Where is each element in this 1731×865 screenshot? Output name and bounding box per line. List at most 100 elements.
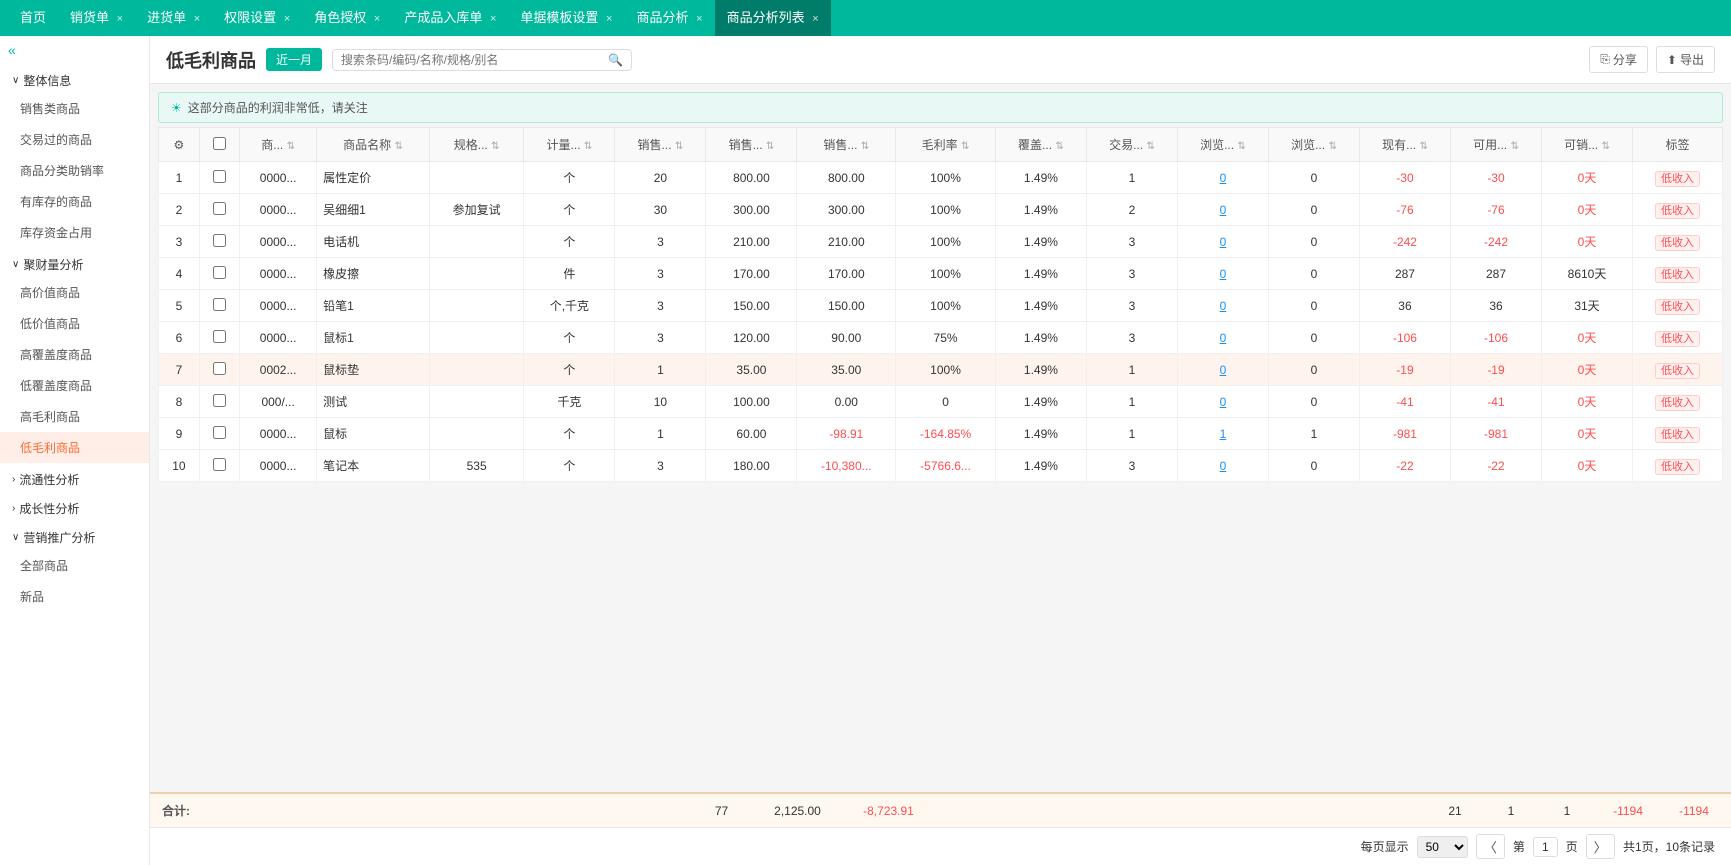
row-checkbox[interactable] bbox=[213, 458, 226, 471]
total-available: -1194 bbox=[1669, 804, 1719, 818]
col-current[interactable]: 现有... ⇅ bbox=[1359, 128, 1450, 162]
col-sales1[interactable]: 销售... ⇅ bbox=[615, 128, 706, 162]
cell-available: -981 bbox=[1450, 418, 1541, 450]
col-sales3[interactable]: 销售... ⇅ bbox=[797, 128, 896, 162]
sidebar-item-traded-goods[interactable]: 交易过的商品 bbox=[0, 124, 149, 155]
nav-product-storage[interactable]: 产成品入库单 × bbox=[392, 0, 508, 36]
cell-gross-rate: 0 bbox=[896, 386, 996, 418]
nav-sales-order[interactable]: 销货单 × bbox=[58, 0, 135, 36]
close-icon[interactable]: × bbox=[490, 13, 496, 25]
row-checkbox[interactable] bbox=[213, 426, 226, 439]
row-checkbox[interactable] bbox=[213, 362, 226, 375]
cell-tag: 低收入 bbox=[1633, 194, 1723, 226]
cell-no: 8 bbox=[159, 386, 200, 418]
cell-check[interactable] bbox=[199, 226, 239, 258]
close-icon[interactable]: × bbox=[374, 13, 380, 25]
cell-code: 0000... bbox=[240, 258, 317, 290]
col-unit[interactable]: 计量... ⇅ bbox=[524, 128, 615, 162]
col-coverage[interactable]: 覆盖... ⇅ bbox=[995, 128, 1086, 162]
sidebar-item-category-rate[interactable]: 商品分类助销率 bbox=[0, 155, 149, 186]
col-check[interactable] bbox=[199, 128, 239, 162]
search-input[interactable] bbox=[341, 53, 608, 67]
close-icon[interactable]: × bbox=[606, 13, 612, 25]
sidebar-item-new-goods[interactable]: 新品 bbox=[0, 581, 149, 612]
collapse-sidebar-button[interactable]: « bbox=[4, 40, 20, 60]
cell-trade: 3 bbox=[1086, 226, 1177, 258]
nav-permissions[interactable]: 权限设置 × bbox=[212, 0, 302, 36]
sidebar-item-high-value[interactable]: 高价值商品 bbox=[0, 277, 149, 308]
sidebar-group-marketing[interactable]: ∨ 营销推广分析 bbox=[0, 521, 149, 550]
row-checkbox[interactable] bbox=[213, 298, 226, 311]
sidebar-group-growth[interactable]: › 成长性分析 bbox=[0, 492, 149, 521]
cell-trade: 3 bbox=[1086, 450, 1177, 482]
sidebar-group-wealth-analysis[interactable]: ∨ 聚财量分析 bbox=[0, 248, 149, 277]
cell-check[interactable] bbox=[199, 418, 239, 450]
col-name[interactable]: 商品名称 ⇅ bbox=[317, 128, 430, 162]
cell-check[interactable] bbox=[199, 354, 239, 386]
nav-role-auth[interactable]: 角色授权 × bbox=[302, 0, 392, 36]
close-icon[interactable]: × bbox=[812, 13, 818, 25]
nav-product-analysis-list[interactable]: 商品分析列表 × bbox=[715, 0, 831, 36]
sidebar-item-all-goods[interactable]: 全部商品 bbox=[0, 550, 149, 581]
sidebar-item-low-coverage[interactable]: 低覆盖度商品 bbox=[0, 370, 149, 401]
col-saleable[interactable]: 可销... ⇅ bbox=[1542, 128, 1633, 162]
sidebar-item-low-margin[interactable]: 低毛利商品 bbox=[0, 432, 149, 463]
col-tag[interactable]: 标签 bbox=[1633, 128, 1723, 162]
next-page-button[interactable]: 〉 bbox=[1586, 834, 1615, 859]
row-checkbox[interactable] bbox=[213, 202, 226, 215]
col-trade[interactable]: 交易... ⇅ bbox=[1086, 128, 1177, 162]
row-checkbox[interactable] bbox=[213, 170, 226, 183]
cell-sales3: 800.00 bbox=[797, 162, 896, 194]
share-button[interactable]: ⎘ 分享 bbox=[1589, 46, 1648, 73]
row-checkbox[interactable] bbox=[213, 234, 226, 247]
sidebar-group-overall[interactable]: ∨ 整体信息 bbox=[0, 64, 149, 93]
col-spec[interactable]: 规格... ⇅ bbox=[429, 128, 524, 162]
cell-check[interactable] bbox=[199, 450, 239, 482]
cell-tag: 低收入 bbox=[1633, 386, 1723, 418]
col-sales2[interactable]: 销售... ⇅ bbox=[706, 128, 797, 162]
col-code[interactable]: 商... ⇅ bbox=[240, 128, 317, 162]
col-settings[interactable]: ⚙ bbox=[159, 128, 200, 162]
prev-page-button[interactable]: 〈 bbox=[1476, 834, 1505, 859]
sidebar-item-sales-goods[interactable]: 销售类商品 bbox=[0, 93, 149, 124]
period-button[interactable]: 近一月 bbox=[266, 48, 322, 71]
col-gross-rate[interactable]: 毛利率 ⇅ bbox=[896, 128, 996, 162]
nav-template-settings[interactable]: 单据模板设置 × bbox=[508, 0, 624, 36]
header-actions: ⎘ 分享 ⬆ 导出 bbox=[1589, 46, 1715, 73]
row-checkbox[interactable] bbox=[213, 394, 226, 407]
close-icon[interactable]: × bbox=[117, 13, 123, 25]
sidebar-item-high-margin[interactable]: 高毛利商品 bbox=[0, 401, 149, 432]
nav-home[interactable]: 首页 bbox=[8, 0, 58, 36]
close-icon[interactable]: × bbox=[284, 13, 290, 25]
sidebar-item-high-coverage[interactable]: 高覆盖度商品 bbox=[0, 339, 149, 370]
search-box[interactable]: 🔍 bbox=[332, 49, 632, 71]
per-page-select[interactable]: 20 50 100 200 bbox=[1417, 836, 1468, 858]
sidebar-item-in-stock[interactable]: 有库存的商品 bbox=[0, 186, 149, 217]
cell-check[interactable] bbox=[199, 162, 239, 194]
cell-check[interactable] bbox=[199, 194, 239, 226]
cell-check[interactable] bbox=[199, 258, 239, 290]
sidebar-item-low-value[interactable]: 低价值商品 bbox=[0, 308, 149, 339]
col-available[interactable]: 可用... ⇅ bbox=[1450, 128, 1541, 162]
table-row: 3 0000... 电话机 个 3 210.00 210.00 100% 1.4… bbox=[159, 226, 1723, 258]
nav-product-analysis[interactable]: 商品分析 × bbox=[624, 0, 714, 36]
row-checkbox[interactable] bbox=[213, 266, 226, 279]
sidebar-item-capital-use[interactable]: 库存资金占用 bbox=[0, 217, 149, 248]
col-browse2[interactable]: 浏览... ⇅ bbox=[1268, 128, 1359, 162]
search-icon[interactable]: 🔍 bbox=[608, 53, 623, 67]
sidebar-group-liquidity[interactable]: › 流通性分析 bbox=[0, 463, 149, 492]
cell-check[interactable] bbox=[199, 322, 239, 354]
select-all-checkbox[interactable] bbox=[213, 137, 226, 150]
close-icon[interactable]: × bbox=[696, 13, 702, 25]
cell-check[interactable] bbox=[199, 386, 239, 418]
cell-trade: 3 bbox=[1086, 258, 1177, 290]
col-browse1[interactable]: 浏览... ⇅ bbox=[1177, 128, 1268, 162]
close-icon[interactable]: × bbox=[194, 13, 200, 25]
nav-purchase-order[interactable]: 进货单 × bbox=[135, 0, 212, 36]
table-row: 2 0000... 吴细细1 参加复试 个 30 300.00 300.00 1… bbox=[159, 194, 1723, 226]
cell-check[interactable] bbox=[199, 290, 239, 322]
export-button[interactable]: ⬆ 导出 bbox=[1656, 46, 1715, 73]
row-checkbox[interactable] bbox=[213, 330, 226, 343]
table-container: ⚙ 商... ⇅ 商品名称 ⇅ 规格... ⇅ 计量... ⇅ 销售... ⇅ … bbox=[158, 127, 1723, 792]
cell-unit: 个 bbox=[524, 322, 615, 354]
